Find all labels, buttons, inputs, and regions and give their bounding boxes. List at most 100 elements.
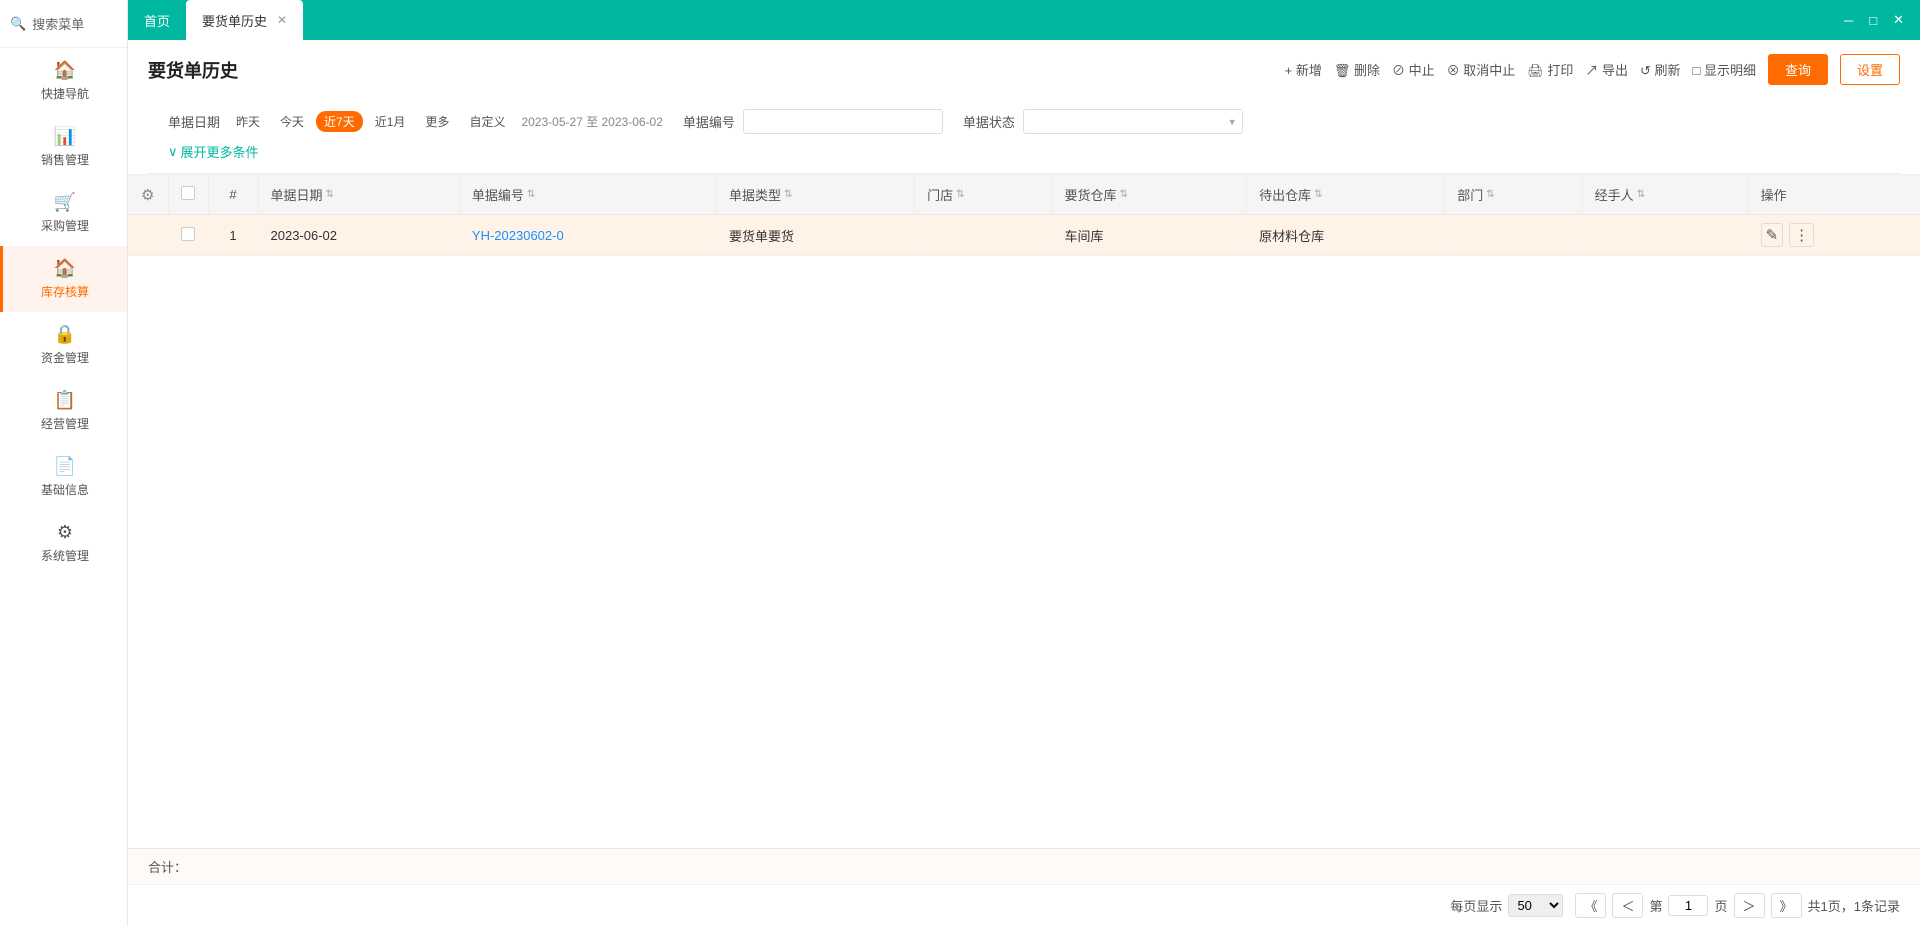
tab-requisition-history[interactable]: 要货单历史 ✕	[186, 0, 303, 40]
date-chip-1[interactable]: 今天	[272, 111, 312, 132]
th-handler[interactable]: 经手人⇅	[1582, 175, 1748, 215]
page-size-select[interactable]: 50 100	[1508, 894, 1563, 917]
page-label: 第	[1649, 896, 1662, 915]
row-doctype-0: 要货单要货	[717, 215, 915, 256]
first-page-button[interactable]: 《	[1575, 893, 1606, 918]
topbar-right: ─ □ ✕	[1844, 12, 1920, 28]
sort-icon-date: ⇅	[326, 189, 334, 200]
settings-column-icon[interactable]: ⚙	[141, 187, 154, 204]
sidebar-label-sales: 销售管理	[41, 151, 89, 168]
sidebar-label-operations: 经营管理	[41, 415, 89, 432]
topbar-restore-icon[interactable]: □	[1869, 13, 1877, 28]
row-store-0	[915, 215, 1052, 256]
sidebar-item-sales[interactable]: 📊 销售管理	[0, 114, 127, 180]
row-settings-0	[128, 215, 168, 256]
row-action-0: ✎ ⋮	[1748, 215, 1920, 256]
query-button[interactable]: 查询	[1768, 54, 1828, 85]
page-number-input[interactable]	[1668, 895, 1708, 916]
sidebar-icon-system: ⚙	[57, 522, 73, 543]
th-store[interactable]: 门店⇅	[915, 175, 1052, 215]
date-chip-3[interactable]: 近1月	[367, 111, 414, 132]
sidebar-label-basic-info: 基础信息	[41, 481, 89, 498]
sidebar-icon-finance: 🔒	[54, 324, 76, 345]
cancel-stop-button[interactable]: ⊗ 取消中止	[1447, 60, 1516, 79]
date-chip-5[interactable]: 自定义	[461, 111, 513, 132]
tab-home[interactable]: 首页	[128, 0, 186, 40]
doc-number-filter-group: 单据编号	[683, 109, 943, 134]
tab-close-requisition-history[interactable]: ✕	[277, 13, 287, 27]
th-req-warehouse-label: 要货仓库	[1065, 185, 1117, 204]
expand-more-button[interactable]: ∨ 展开更多条件	[168, 142, 259, 161]
sidebar-icon-sales: 📊	[54, 126, 76, 147]
chevron-down-icon: ∨	[168, 144, 178, 160]
per-page-label: 每页显示	[1450, 896, 1502, 915]
date-range-display: 2023-05-27 至 2023-06-02	[521, 113, 662, 130]
doc-number-input[interactable]	[743, 109, 943, 134]
sidebar-label-system: 系统管理	[41, 547, 89, 564]
tab-label-requisition-history: 要货单历史	[202, 11, 267, 30]
th-checkbox[interactable]	[168, 175, 208, 215]
th-doc-type-label: 单据类型	[729, 185, 781, 204]
new-button[interactable]: + 新增	[1285, 60, 1322, 79]
print-button[interactable]: 🖨 打印	[1527, 60, 1573, 79]
next-page-button[interactable]: ＞	[1734, 893, 1765, 918]
row-checkbox-0[interactable]	[168, 215, 208, 256]
page-header: 要货单历史 + 新增 🗑 删除 ⊘ 中止 ⊗ 取消中止 🖨 打印 ↗ 导出 ↺ …	[128, 40, 1920, 175]
th-pending-warehouse[interactable]: 待出仓库⇅	[1247, 175, 1445, 215]
row-check-0[interactable]	[181, 227, 195, 241]
sidebar-icon-purchase: 🛒	[54, 192, 76, 213]
th-doc-type[interactable]: 单据类型⇅	[717, 175, 915, 215]
toolbar: + 新增 🗑 删除 ⊘ 中止 ⊗ 取消中止 🖨 打印 ↗ 导出 ↺ 刷新 □ 显…	[1285, 54, 1900, 85]
display-cell-button[interactable]: □ 显示明细	[1693, 60, 1756, 79]
total-info: 共1页，1条记录	[1808, 896, 1900, 915]
sidebar-icon-quick-nav: 🏠	[54, 60, 76, 81]
date-chip-0[interactable]: 昨天	[228, 111, 268, 132]
row-docno-0: YH-20230602-0	[459, 215, 716, 256]
sort-icon-reqwh: ⇅	[1120, 189, 1128, 200]
delete-button[interactable]: 🗑 删除	[1334, 60, 1380, 79]
sidebar-item-quick-nav[interactable]: 🏠快捷导航	[0, 48, 127, 114]
date-chip-2[interactable]: 近7天	[316, 111, 363, 132]
main-content: 首页要货单历史 ✕ ─ □ ✕ 要货单历史 + 新增 🗑 删除 ⊘ 中止 ⊗ 取消…	[128, 0, 1920, 926]
sidebar-item-finance[interactable]: 🔒 资金管理	[0, 312, 127, 378]
sidebar-icon-inventory: 🏠	[54, 258, 76, 279]
th-doc-no[interactable]: 单据编号⇅	[459, 175, 716, 215]
refresh-button[interactable]: ↺ 刷新	[1640, 60, 1681, 79]
sidebar-item-operations[interactable]: 📋经营管理	[0, 378, 127, 444]
doc-number-label: 单据编号	[683, 112, 735, 131]
stop-button[interactable]: ⊘ 中止	[1392, 60, 1435, 79]
row-dept-0	[1445, 215, 1582, 256]
th-action: 操作	[1748, 175, 1920, 215]
th-settings[interactable]: ⚙	[128, 175, 168, 215]
th-department[interactable]: 部门⇅	[1445, 175, 1582, 215]
sidebar-search-label: 搜索菜单	[32, 14, 84, 33]
row-docno-link-0[interactable]: YH-20230602-0	[472, 228, 564, 243]
th-req-warehouse[interactable]: 要货仓库⇅	[1052, 175, 1247, 215]
sidebar-item-inventory[interactable]: 🏠库存核算	[0, 246, 127, 312]
last-page-button[interactable]: 》	[1771, 893, 1802, 918]
row-date-0: 2023-06-02	[258, 215, 459, 256]
select-all-checkbox[interactable]	[181, 186, 195, 200]
th-date[interactable]: 单据日期⇅	[258, 175, 459, 215]
sidebar-item-purchase[interactable]: 🛒 采购管理	[0, 180, 127, 246]
topbar-minimize-icon[interactable]: ─	[1844, 13, 1853, 28]
th-num: #	[208, 175, 258, 215]
row-edit-icon-0[interactable]: ✎	[1761, 223, 1784, 247]
sidebar-item-basic-info[interactable]: 📄 基础信息	[0, 444, 127, 510]
pagination-bar: 每页显示 50 100 《 ＜ 第 页 ＞ 》 共1页，1条记录	[128, 884, 1920, 926]
sort-icon-dept: ⇅	[1486, 189, 1494, 200]
sidebar-item-system[interactable]: ⚙ 系统管理	[0, 510, 127, 576]
sidebar-label-finance: 资金管理	[41, 349, 89, 366]
doc-status-select[interactable]	[1023, 109, 1243, 134]
sort-icon-docno: ⇅	[527, 189, 535, 200]
prev-page-button[interactable]: ＜	[1612, 893, 1643, 918]
sidebar-icon-basic-info: 📄	[54, 456, 76, 477]
date-chip-4[interactable]: 更多	[417, 111, 457, 132]
sidebar-search[interactable]: 🔍 搜索菜单	[0, 0, 127, 48]
export-button[interactable]: ↗ 导出	[1585, 60, 1628, 79]
sidebar-label-purchase: 采购管理	[41, 217, 89, 234]
topbar-close-icon[interactable]: ✕	[1893, 12, 1904, 28]
settings-button[interactable]: 设置	[1840, 54, 1900, 85]
row-more-icon-0[interactable]: ⋮	[1789, 223, 1814, 247]
table-row: 1 2023-06-02 YH-20230602-0 要货单要货 车间库 原材料…	[128, 215, 1920, 256]
